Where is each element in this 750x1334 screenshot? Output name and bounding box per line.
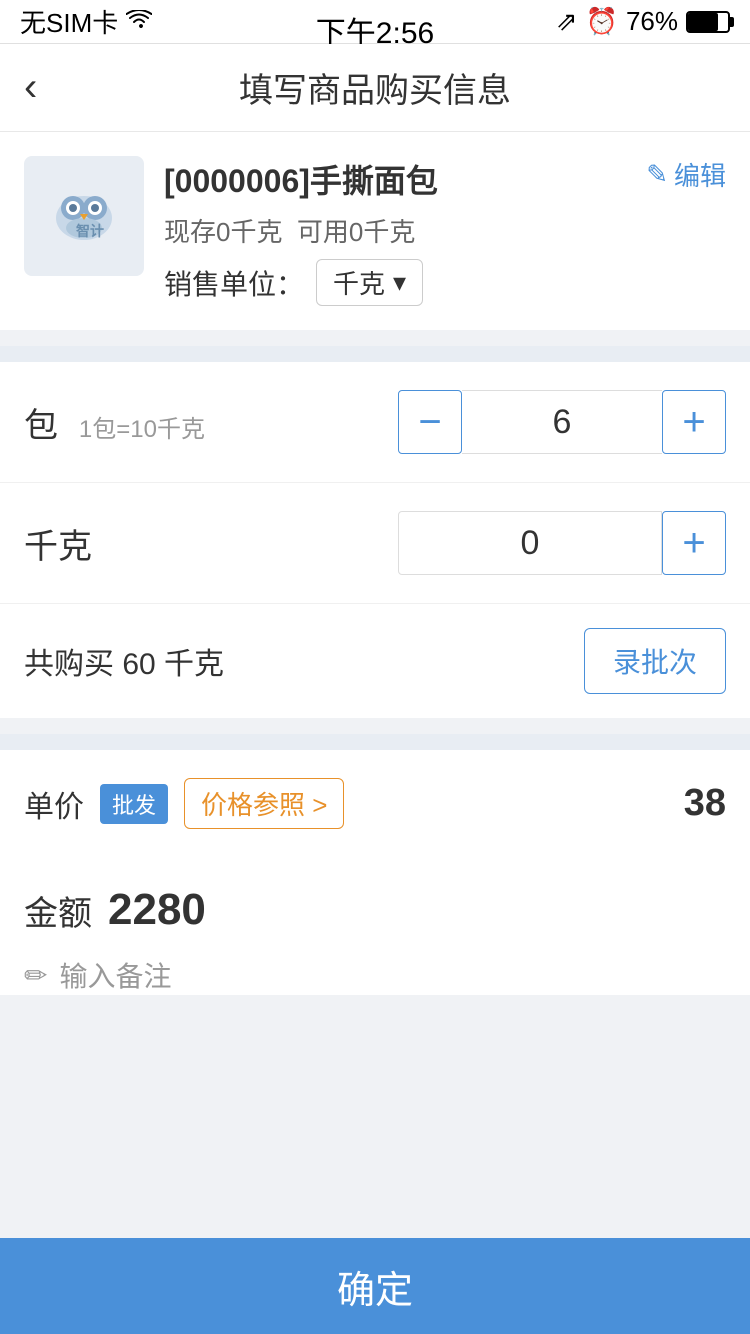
summary-text: 共购买 60 千克 (24, 639, 224, 683)
quantity-row-kg: 千克 + (0, 483, 750, 604)
nav-bar: ‹ 填写商品购买信息 (0, 44, 750, 132)
bao-decrease-button[interactable]: − (398, 390, 462, 454)
price-tag: 批发 (100, 784, 168, 824)
edit-icon: ✎ (646, 159, 668, 190)
product-name: [0000006]手撕面包 (164, 156, 726, 202)
content: 智计 [0000006]手撕面包 现存0千克 可用0千克 销售单位： 千克 ▾ … (0, 132, 750, 1255)
kg-label: 千克 (24, 528, 92, 566)
location-icon: ⇗ (556, 6, 578, 37)
summary-row: 共购买 60 千克 录批次 (0, 604, 750, 718)
product-unit-row: 销售单位： 千克 ▾ (164, 259, 726, 306)
batch-button[interactable]: 录批次 (584, 628, 726, 694)
unit-select[interactable]: 千克 ▾ (316, 259, 423, 306)
kg-increase-button[interactable]: + (662, 511, 726, 575)
product-image: 智计 (24, 156, 144, 276)
product-logo: 智计 (49, 180, 119, 252)
bao-increase-button[interactable]: + (662, 390, 726, 454)
product-card: 智计 [0000006]手撕面包 现存0千克 可用0千克 销售单位： 千克 ▾ … (0, 132, 750, 330)
wifi-icon (126, 6, 152, 37)
chevron-down-icon: ▾ (393, 267, 406, 298)
amount-value: 2280 (108, 885, 206, 935)
note-row[interactable]: ✏ 输入备注 (24, 955, 726, 995)
pencil-icon: ✏ (24, 959, 47, 992)
quantity-row-bao: 包 1包=10千克 − + (0, 362, 750, 483)
quantity-controls-kg: + (398, 511, 726, 575)
quantity-label-kg: 千克 (24, 519, 398, 568)
edit-button[interactable]: ✎ 编辑 (646, 156, 726, 193)
alarm-icon: ⏰ (586, 6, 618, 37)
price-label: 单价 (24, 782, 84, 826)
price-section: 单价 批发 价格参照 > 38 (0, 750, 750, 857)
battery-icon (686, 11, 730, 33)
carrier-label: 无SIM卡 (20, 3, 118, 40)
section-separator-2 (0, 734, 750, 750)
quantity-section: 包 1包=10千克 − + 千克 + (0, 362, 750, 604)
quantity-controls-bao: − + (398, 390, 726, 454)
status-left: 无SIM卡 (20, 3, 152, 40)
bao-label: 包 (24, 407, 58, 445)
status-right: ⇗ ⏰ 76% (556, 6, 730, 37)
confirm-button[interactable]: 确定 (0, 1238, 750, 1334)
status-bar: 无SIM卡 下午2:56 ⇗ ⏰ 76% (0, 0, 750, 44)
price-ref-button[interactable]: 价格参照 > (184, 778, 344, 829)
page-title: 填写商品购买信息 (239, 63, 511, 112)
svg-text:智计: 智计 (75, 223, 104, 239)
amount-row: 金额 2280 (24, 885, 726, 935)
section-separator (0, 346, 750, 362)
product-info: [0000006]手撕面包 现存0千克 可用0千克 销售单位： 千克 ▾ (164, 156, 726, 306)
note-placeholder: 输入备注 (59, 955, 171, 995)
back-button[interactable]: ‹ (24, 65, 37, 110)
quantity-label-bao: 包 1包=10千克 (24, 398, 398, 447)
bao-sub-label: 1包=10千克 (79, 416, 205, 443)
product-stock: 现存0千克 可用0千克 (164, 212, 726, 249)
kg-input[interactable] (398, 511, 662, 575)
amount-label: 金额 (24, 886, 92, 935)
battery-percent: 76% (626, 6, 678, 37)
bao-input[interactable] (462, 390, 662, 454)
amount-section: 金额 2280 ✏ 输入备注 (0, 857, 750, 995)
spacer (0, 995, 750, 1255)
price-value: 38 (684, 782, 726, 825)
